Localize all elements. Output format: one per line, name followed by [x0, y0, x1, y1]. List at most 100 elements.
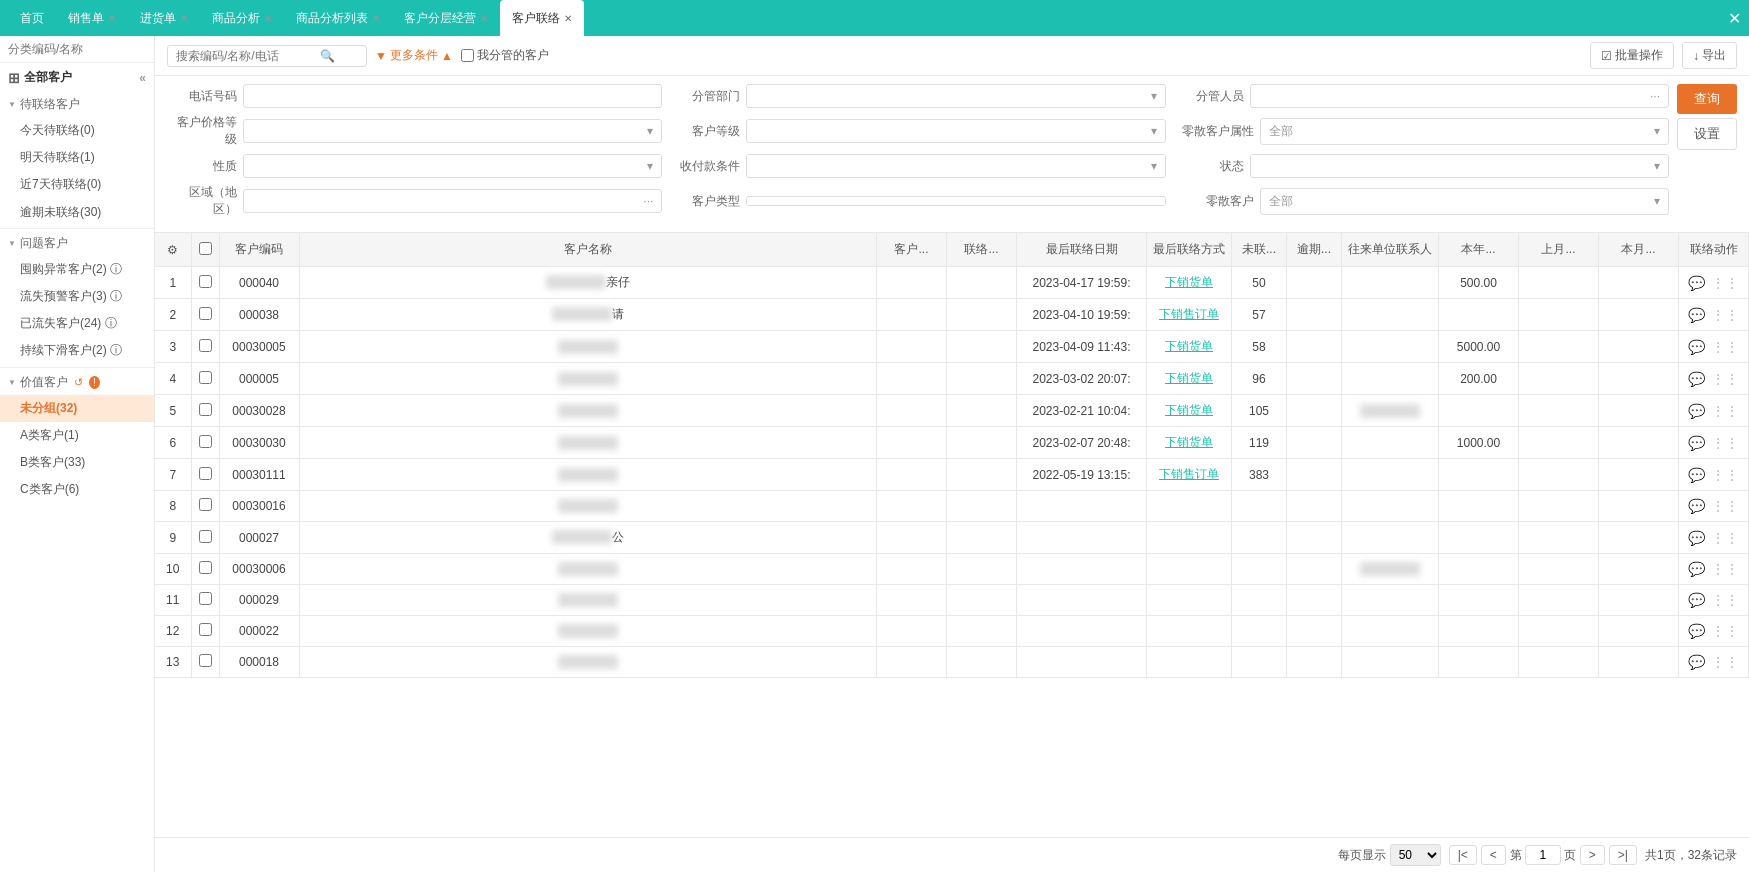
sidebar-item-class-c[interactable]: C类客户(6) [0, 476, 154, 503]
page-number-input[interactable] [1525, 845, 1561, 865]
contact-method-link[interactable]: 下销售订单 [1159, 467, 1219, 481]
grid-action-icon[interactable]: ⋮⋮ [1711, 592, 1739, 608]
sidebar-item-class-a[interactable]: A类客户(1) [0, 422, 154, 449]
message-icon[interactable]: 💬 [1688, 623, 1705, 639]
filter-retail-attr-select[interactable]: 全部 [1260, 118, 1669, 145]
nav-tab-customer-contact[interactable]: 客户联络 ✕ [500, 0, 584, 36]
contact-method-link[interactable]: 下销货单 [1165, 435, 1213, 449]
manager-dots-icon[interactable]: ··· [1650, 89, 1660, 103]
sidebar-item-overdue[interactable]: 逾期未联络(30) [0, 199, 154, 226]
sidebar-item-class-b[interactable]: B类客户(33) [0, 449, 154, 476]
row-checkbox[interactable] [199, 435, 212, 448]
message-icon[interactable]: 💬 [1688, 275, 1705, 291]
close-analysis-list-tab[interactable]: ✕ [372, 13, 380, 24]
last-page-btn[interactable]: >| [1609, 845, 1637, 865]
row-checkbox[interactable] [199, 307, 212, 320]
contact-method-link[interactable]: 下销货单 [1165, 371, 1213, 385]
grid-action-icon[interactable]: ⋮⋮ [1711, 530, 1739, 546]
close-all-tabs[interactable]: ✕ [1728, 9, 1741, 28]
filter-manager-select[interactable]: ··· [1250, 84, 1669, 108]
select-all-checkbox[interactable] [199, 242, 212, 255]
cell-check[interactable] [191, 267, 219, 299]
row-checkbox[interactable] [199, 275, 212, 288]
message-icon[interactable]: 💬 [1688, 498, 1705, 514]
close-purchase-tab[interactable]: ✕ [180, 13, 188, 24]
filter-search-input[interactable] [176, 49, 316, 63]
next-page-btn[interactable]: > [1580, 845, 1605, 865]
cell-check[interactable] [191, 522, 219, 554]
filter-search-icon[interactable]: 🔍 [320, 49, 335, 63]
cell-check[interactable] [191, 585, 219, 616]
close-analysis-tab[interactable]: ✕ [264, 13, 272, 24]
first-page-btn[interactable]: |< [1449, 845, 1477, 865]
grid-action-icon[interactable]: ⋮⋮ [1711, 498, 1739, 514]
sidebar-item-tomorrow[interactable]: 明天待联络(1) [0, 144, 154, 171]
sidebar-item-ungrouped[interactable]: 未分组(32) [0, 395, 154, 422]
cell-check[interactable] [191, 331, 219, 363]
row-checkbox[interactable] [199, 530, 212, 543]
message-icon[interactable]: 💬 [1688, 467, 1705, 483]
row-checkbox[interactable] [199, 467, 212, 480]
cell-check[interactable] [191, 554, 219, 585]
settings-icon[interactable]: ⚙ [167, 243, 178, 257]
sidebar-search-input[interactable] [8, 42, 155, 56]
area-dots-icon[interactable]: ··· [643, 194, 653, 208]
nav-tab-home[interactable]: 首页 [8, 0, 56, 36]
cell-check[interactable] [191, 491, 219, 522]
cell-check[interactable] [191, 459, 219, 491]
close-sales-tab[interactable]: ✕ [108, 13, 116, 24]
grid-action-icon[interactable]: ⋮⋮ [1711, 275, 1739, 291]
cell-check[interactable] [191, 616, 219, 647]
filter-retail-customer-select[interactable]: 全部 [1260, 188, 1669, 215]
message-icon[interactable]: 💬 [1688, 403, 1705, 419]
close-customer-contact-tab[interactable]: ✕ [564, 13, 572, 24]
sidebar-item-7days[interactable]: 近7天待联络(0) [0, 171, 154, 198]
contact-method-link[interactable]: 下销售订单 [1159, 307, 1219, 321]
sidebar-item-hoarding[interactable]: 囤购异常客户(2) ⓘ [0, 256, 154, 283]
more-conditions-btn[interactable]: ▼ 更多条件 ▲ [375, 47, 453, 64]
sidebar-all-customers[interactable]: ⊞ 全部客户 « [0, 63, 154, 92]
cell-check[interactable] [191, 647, 219, 678]
cell-check[interactable] [191, 299, 219, 331]
row-checkbox[interactable] [199, 371, 212, 384]
message-icon[interactable]: 💬 [1688, 371, 1705, 387]
message-icon[interactable]: 💬 [1688, 530, 1705, 546]
value-refresh-icon[interactable]: ↺ [74, 376, 83, 389]
nav-tab-analysis-list[interactable]: 商品分析列表 ✕ [284, 0, 392, 36]
cell-check[interactable] [191, 427, 219, 459]
filter-area-select[interactable]: ··· [243, 189, 662, 213]
filter-status-select[interactable] [1250, 154, 1669, 178]
th-settings[interactable]: ⚙ [155, 233, 191, 267]
row-checkbox[interactable] [199, 654, 212, 667]
contact-method-link[interactable]: 下销货单 [1165, 339, 1213, 353]
grid-action-icon[interactable]: ⋮⋮ [1711, 623, 1739, 639]
contact-method-link[interactable]: 下销货单 [1165, 403, 1213, 417]
query-button[interactable]: 查询 [1677, 84, 1737, 114]
page-size-select[interactable]: 50 20 100 [1390, 844, 1441, 866]
my-customers-check-input[interactable] [461, 49, 474, 62]
filter-customer-level-select[interactable] [746, 119, 1165, 143]
nav-tab-customer-tier[interactable]: 客户分层经营 ✕ [392, 0, 500, 36]
row-checkbox[interactable] [199, 592, 212, 605]
grid-action-icon[interactable]: ⋮⋮ [1711, 339, 1739, 355]
sidebar-item-churn-warning[interactable]: 流失预警客户(3) ⓘ [0, 283, 154, 310]
filter-price-level-select[interactable] [243, 119, 662, 143]
filter-dept-select[interactable] [746, 84, 1165, 108]
grid-action-icon[interactable]: ⋮⋮ [1711, 467, 1739, 483]
sidebar-item-today[interactable]: 今天待联络(0) [0, 117, 154, 144]
batch-operation-btn[interactable]: ☑ 批量操作 [1590, 42, 1674, 69]
grid-action-icon[interactable]: ⋮⋮ [1711, 654, 1739, 670]
message-icon[interactable]: 💬 [1688, 561, 1705, 577]
reset-button[interactable]: 设置 [1677, 118, 1737, 150]
row-checkbox[interactable] [199, 339, 212, 352]
message-icon[interactable]: 💬 [1688, 592, 1705, 608]
row-checkbox[interactable] [199, 403, 212, 416]
filter-customer-type-select[interactable] [746, 196, 1165, 206]
message-icon[interactable]: 💬 [1688, 435, 1705, 451]
grid-action-icon[interactable]: ⋮⋮ [1711, 403, 1739, 419]
grid-action-icon[interactable]: ⋮⋮ [1711, 435, 1739, 451]
grid-action-icon[interactable]: ⋮⋮ [1711, 371, 1739, 387]
sidebar-group-problem[interactable]: ▼ 问题客户 [0, 231, 154, 256]
cell-check[interactable] [191, 363, 219, 395]
sidebar-item-churned[interactable]: 已流失客户(24) ⓘ [0, 310, 154, 337]
